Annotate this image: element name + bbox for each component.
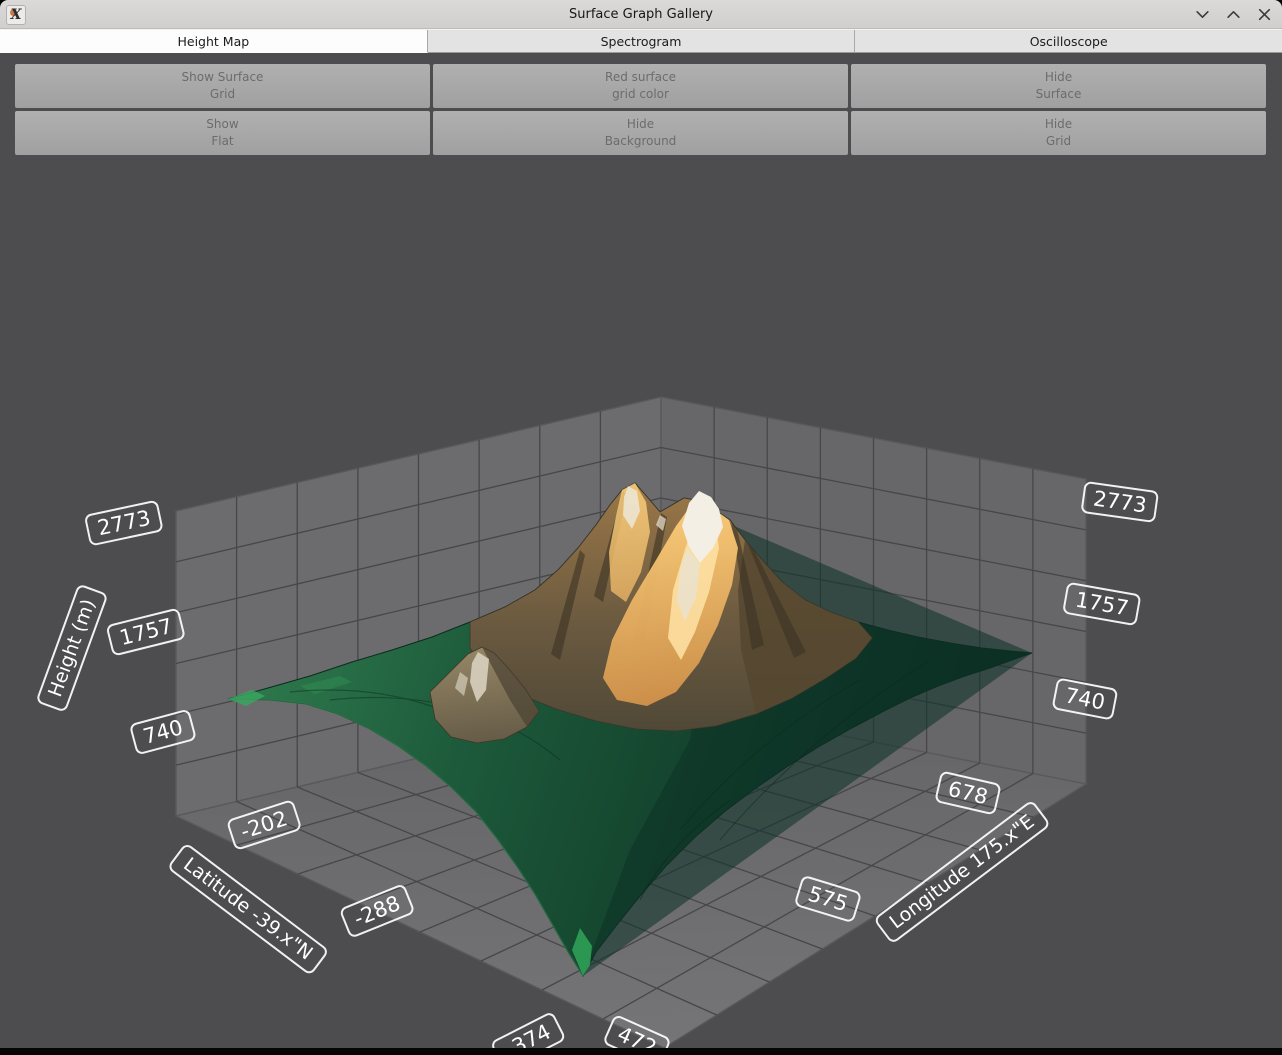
- surface-plot-viewport[interactable]: 2773 1757 740 -116 2773 1757 740 781 -20…: [0, 0, 1282, 1055]
- desktop-taskbar-edge: [0, 1048, 1282, 1055]
- surface-plot-scene: [0, 0, 1282, 1055]
- app-window: X Surface Graph Gallery Hei: [0, 0, 1282, 1055]
